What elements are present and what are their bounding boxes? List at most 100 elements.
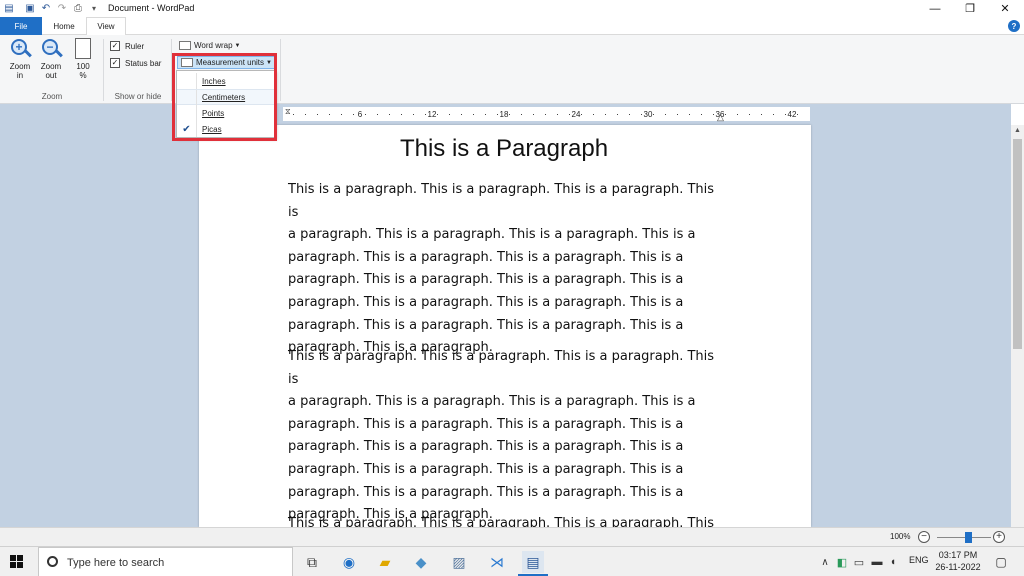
text-line: This is a paragraph. This is a paragraph… bbox=[288, 182, 715, 220]
text-line: a paragraph. This is a paragraph. This i… bbox=[288, 394, 696, 410]
zoom-100-label: 100 % bbox=[76, 62, 90, 80]
ruler-tick bbox=[377, 114, 378, 115]
customize-quick-access-icon[interactable]: ▾ bbox=[88, 2, 100, 14]
text-line: paragraph. This is a paragraph. This is … bbox=[288, 416, 684, 432]
edge-browser-icon[interactable]: ◉ bbox=[338, 551, 360, 573]
app-icon[interactable]: ◆ bbox=[410, 551, 432, 573]
speaker-icon[interactable]: ◖ bbox=[882, 551, 904, 573]
ruler-tick bbox=[521, 114, 522, 115]
text-line: paragraph. This is a paragraph. This is … bbox=[288, 439, 684, 455]
group-divider bbox=[280, 39, 281, 101]
clock-date: 26-11-2022 bbox=[935, 562, 981, 572]
ruler-tick bbox=[701, 114, 702, 115]
vscode-icon[interactable]: ⋊ bbox=[486, 551, 508, 573]
status-bar-checkbox[interactable]: ✓ Status bar bbox=[110, 58, 161, 68]
notification-icon[interactable]: ▢ bbox=[990, 551, 1012, 573]
text-line: paragraph. This is a paragraph. This is … bbox=[288, 272, 684, 288]
language-indicator[interactable]: ENG bbox=[909, 555, 929, 565]
undo-icon[interactable]: ↶ bbox=[40, 2, 52, 14]
ruler-tick bbox=[365, 114, 366, 115]
title-bar: ▤ ▣ ↶ ↷ ⎙ ▾ Document - WordPad — ❐ ✕ bbox=[0, 0, 1024, 17]
windows-start-icon[interactable] bbox=[10, 555, 24, 569]
chevron-down-icon: ▼ bbox=[234, 42, 241, 49]
minimize-button[interactable]: — bbox=[918, 0, 952, 17]
ruler-label: 36 bbox=[715, 110, 725, 119]
zoom-slider-thumb[interactable] bbox=[965, 532, 972, 543]
document-page[interactable]: This is a Paragraph This is a paragraph.… bbox=[199, 125, 811, 527]
status-bar-check-mark: ✓ bbox=[110, 58, 120, 68]
ruler-tick bbox=[737, 114, 738, 115]
scroll-up-icon[interactable]: ▲ bbox=[1011, 127, 1024, 137]
scrollbar-thumb[interactable] bbox=[1013, 139, 1022, 349]
ruler-tick bbox=[485, 114, 486, 115]
search-placeholder: Type here to search bbox=[67, 557, 165, 569]
ruler-tick bbox=[569, 114, 570, 115]
ruler-tick bbox=[785, 114, 786, 115]
text-line: a paragraph. This is a paragraph. This i… bbox=[288, 227, 696, 243]
ruler-tick bbox=[629, 114, 630, 115]
ruler-tick bbox=[341, 114, 342, 115]
restore-button[interactable]: ❐ bbox=[953, 0, 987, 17]
redo-icon[interactable]: ↷ bbox=[56, 2, 68, 14]
ruler-tick bbox=[305, 114, 306, 115]
tab-file[interactable]: File bbox=[0, 17, 42, 35]
ruler-tick bbox=[581, 114, 582, 115]
paragraph[interactable]: This is a paragraph. This is a paragraph… bbox=[288, 346, 728, 527]
wordpad-taskbar-icon[interactable]: ▤ bbox=[522, 551, 544, 573]
file-explorer-icon[interactable]: ▰ bbox=[374, 551, 396, 573]
ruler-tick bbox=[437, 114, 438, 115]
ruler-tick bbox=[773, 114, 774, 115]
clock-time: 03:17 PM bbox=[938, 550, 978, 560]
ruler-tick bbox=[677, 114, 678, 115]
ruler-tick bbox=[641, 114, 642, 115]
document-heading[interactable]: This is a Paragraph bbox=[199, 135, 809, 163]
ruler-tick bbox=[653, 114, 654, 115]
paragraph[interactable]: This is a paragraph. This is a paragraph… bbox=[288, 179, 728, 360]
ruler-tick bbox=[761, 114, 762, 115]
ruler-label: 24 bbox=[571, 110, 581, 119]
text-line: This is a paragraph. This is a paragraph… bbox=[288, 349, 715, 387]
zoom-out-icon[interactable]: − bbox=[918, 531, 930, 543]
help-icon[interactable]: ? bbox=[1008, 20, 1020, 32]
ruler-checkbox[interactable]: ✓ Ruler bbox=[110, 41, 144, 51]
ruler-label: Ruler bbox=[125, 41, 145, 51]
word-wrap-icon bbox=[179, 41, 191, 50]
taskbar-search-box[interactable]: Type here to search bbox=[38, 547, 293, 576]
ribbon-tabs: File Home View ? bbox=[0, 17, 1024, 36]
clock[interactable]: 03:17 PM 26-11-2022 bbox=[932, 549, 984, 573]
ruler-tick bbox=[413, 114, 414, 115]
text-line: paragraph. This is a paragraph. This is … bbox=[288, 249, 684, 265]
zoom-slider[interactable] bbox=[937, 537, 991, 538]
close-button[interactable]: ✕ bbox=[988, 0, 1022, 17]
zoom-in-icon: + bbox=[9, 38, 32, 60]
group-divider bbox=[103, 39, 104, 101]
ruler-tick bbox=[605, 114, 606, 115]
task-view-icon[interactable]: ⧉ bbox=[301, 551, 323, 573]
ruler-tick bbox=[689, 114, 690, 115]
zoom-out-button[interactable]: − Zoom out bbox=[37, 38, 65, 80]
vertical-scrollbar[interactable]: ▲ bbox=[1011, 125, 1024, 527]
zoom-in-icon[interactable]: + bbox=[993, 531, 1005, 543]
tab-view[interactable]: View bbox=[86, 17, 126, 36]
print-preview-icon[interactable]: ⎙ bbox=[72, 2, 84, 14]
ruler-label: 18 bbox=[499, 110, 509, 119]
zoom-in-button[interactable]: + Zoom in bbox=[6, 38, 34, 80]
ruler[interactable]: ⧖ △ 6 12 18 24 30 36 42 bbox=[283, 107, 810, 122]
left-indent-marker[interactable]: ⧖ bbox=[285, 107, 291, 117]
ruler-tick bbox=[389, 114, 390, 115]
ruler-tick bbox=[557, 114, 558, 115]
save-icon[interactable]: ▣ bbox=[24, 2, 36, 14]
word-wrap-button[interactable]: Word wrap ▼ bbox=[176, 39, 243, 52]
ruler-tick bbox=[545, 114, 546, 115]
zoom-100-button[interactable]: 100 % bbox=[69, 38, 97, 80]
tab-home[interactable]: Home bbox=[42, 17, 86, 35]
wordpad-app-icon[interactable]: ▤ bbox=[3, 2, 15, 14]
ruler-tick bbox=[353, 114, 354, 115]
ruler-tick bbox=[461, 114, 462, 115]
ruler-label: 6 bbox=[357, 110, 363, 119]
ruler-tick bbox=[533, 114, 534, 115]
ruler-tick bbox=[329, 114, 330, 115]
photos-icon[interactable]: ▨ bbox=[448, 551, 470, 573]
show-hide-group-label: Show or hide bbox=[114, 92, 162, 101]
paragraph[interactable]: This is a paragraph. This is a paragraph… bbox=[288, 513, 728, 527]
